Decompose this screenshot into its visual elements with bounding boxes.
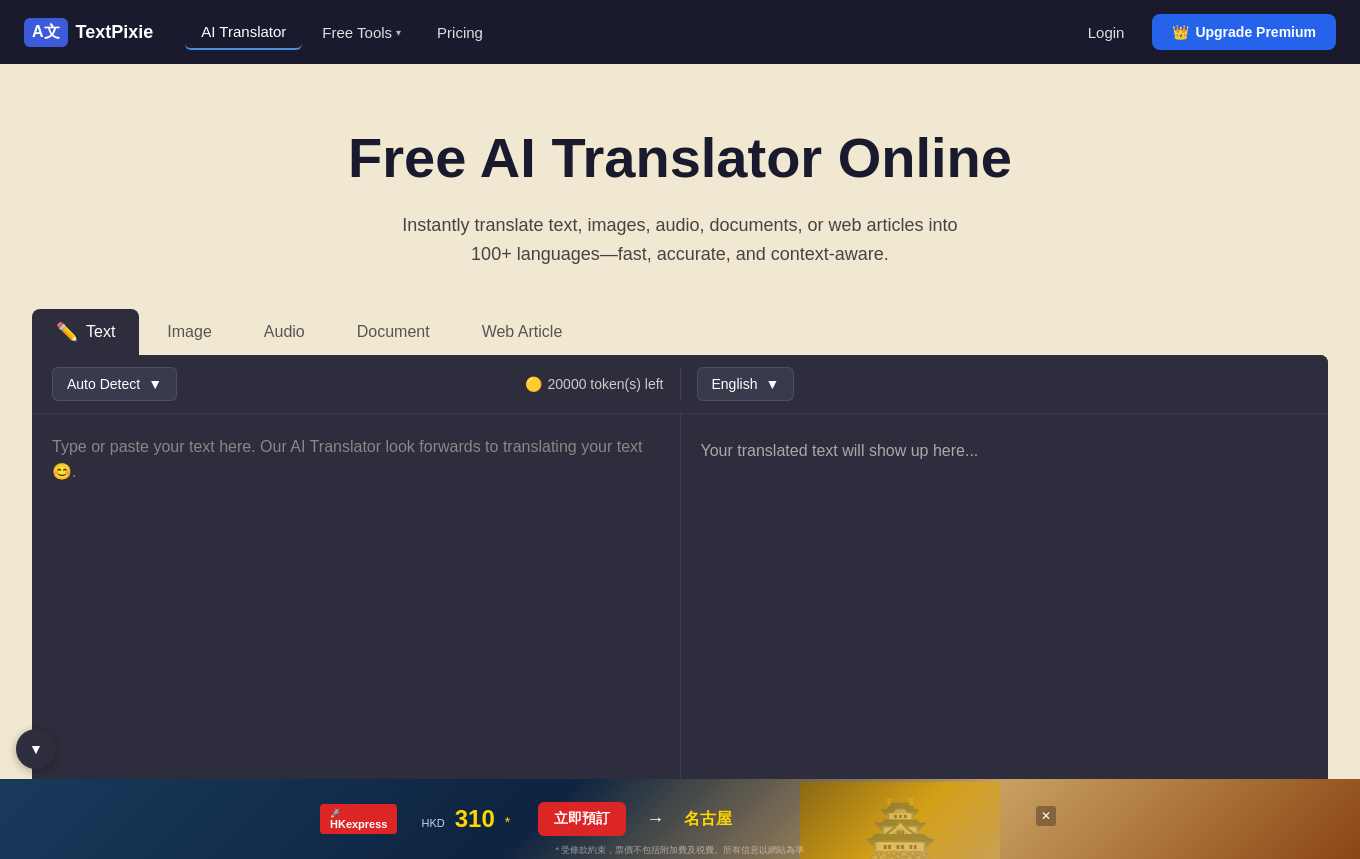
nav-links: AI Translator Free Tools ▾ Pricing (185, 15, 1075, 50)
tab-web-article[interactable]: Web Article (458, 311, 587, 353)
logo-name: TextPixie (76, 22, 154, 43)
target-language-selector[interactable]: English ▼ (697, 367, 795, 401)
nav-pricing[interactable]: Pricing (421, 16, 499, 49)
chevron-down-icon: ▾ (396, 27, 401, 38)
target-text-panel: Your translated text will show up here..… (681, 414, 1329, 798)
nav-free-tools[interactable]: Free Tools ▾ (306, 16, 417, 49)
token-counter: 🟡 20000 token(s) left (525, 376, 664, 392)
pencil-icon: ✏️ (56, 321, 78, 343)
translator-section: ✏️ Text Image Audio Document Web Article… (0, 309, 1360, 837)
page-title: Free AI Translator Online (20, 124, 1340, 191)
login-button[interactable]: Login (1076, 16, 1137, 49)
target-panel-header: English ▼ (680, 367, 1309, 401)
source-text-input[interactable] (52, 434, 660, 774)
tab-text[interactable]: ✏️ Text (32, 309, 139, 355)
chevron-down-icon: ▼ (765, 376, 779, 392)
navbar: A文 TextPixie AI Translator Free Tools ▾ … (0, 0, 1360, 64)
hero-section: Free AI Translator Online Instantly tran… (0, 64, 1360, 309)
close-icon: ✕ (1041, 809, 1051, 823)
navbar-right: Login 👑 Upgrade Premium (1076, 14, 1336, 50)
nav-ai-translator[interactable]: AI Translator (185, 15, 302, 50)
logo-link[interactable]: A文 TextPixie (24, 18, 153, 47)
translator-header: Auto Detect ▼ 🟡 20000 token(s) left Engl… (32, 355, 1328, 414)
ad-content: 🚀 HKexpress HKD 310 * 立即預訂 → 名古屋 🏯 ✕ (300, 802, 1060, 836)
ad-banner: 🚀 HKexpress HKD 310 * 立即預訂 → 名古屋 🏯 ✕ * 受… (0, 779, 1360, 859)
hero-subtitle: Instantly translate text, images, audio,… (330, 211, 1030, 269)
target-text-output: Your translated text will show up here..… (701, 434, 1309, 774)
crown-icon: 👑 (1172, 24, 1189, 40)
ad-close-button[interactable]: ✕ (1036, 806, 1056, 826)
panels-container: Your translated text will show up here..… (32, 414, 1328, 798)
arrow-icon: → (646, 809, 664, 830)
ad-logo: 🚀 HKexpress (320, 804, 397, 834)
tab-bar: ✏️ Text Image Audio Document Web Article (32, 309, 1328, 355)
translator-box: Auto Detect ▼ 🟡 20000 token(s) left Engl… (32, 355, 1328, 805)
tab-document[interactable]: Document (333, 311, 454, 353)
ad-destination: 名古屋 (684, 809, 732, 830)
chevron-down-icon: ▼ (29, 741, 43, 757)
tab-audio[interactable]: Audio (240, 311, 329, 353)
logo-icon: A文 (24, 18, 68, 47)
source-text-panel (32, 414, 681, 798)
ad-cta-button[interactable]: 立即預訂 (538, 802, 626, 836)
tab-image[interactable]: Image (143, 311, 235, 353)
chevron-down-icon: ▼ (148, 376, 162, 392)
ad-fine-print: * 受條款約束，票價不包括附加費及税費。所有信息以網站為準 (0, 844, 1360, 857)
source-panel-header: Auto Detect ▼ 🟡 20000 token(s) left (52, 367, 680, 401)
upgrade-button[interactable]: 👑 Upgrade Premium (1152, 14, 1336, 50)
expand-button[interactable]: ▼ (16, 729, 56, 769)
source-language-selector[interactable]: Auto Detect ▼ (52, 367, 177, 401)
token-icon: 🟡 (525, 376, 542, 392)
